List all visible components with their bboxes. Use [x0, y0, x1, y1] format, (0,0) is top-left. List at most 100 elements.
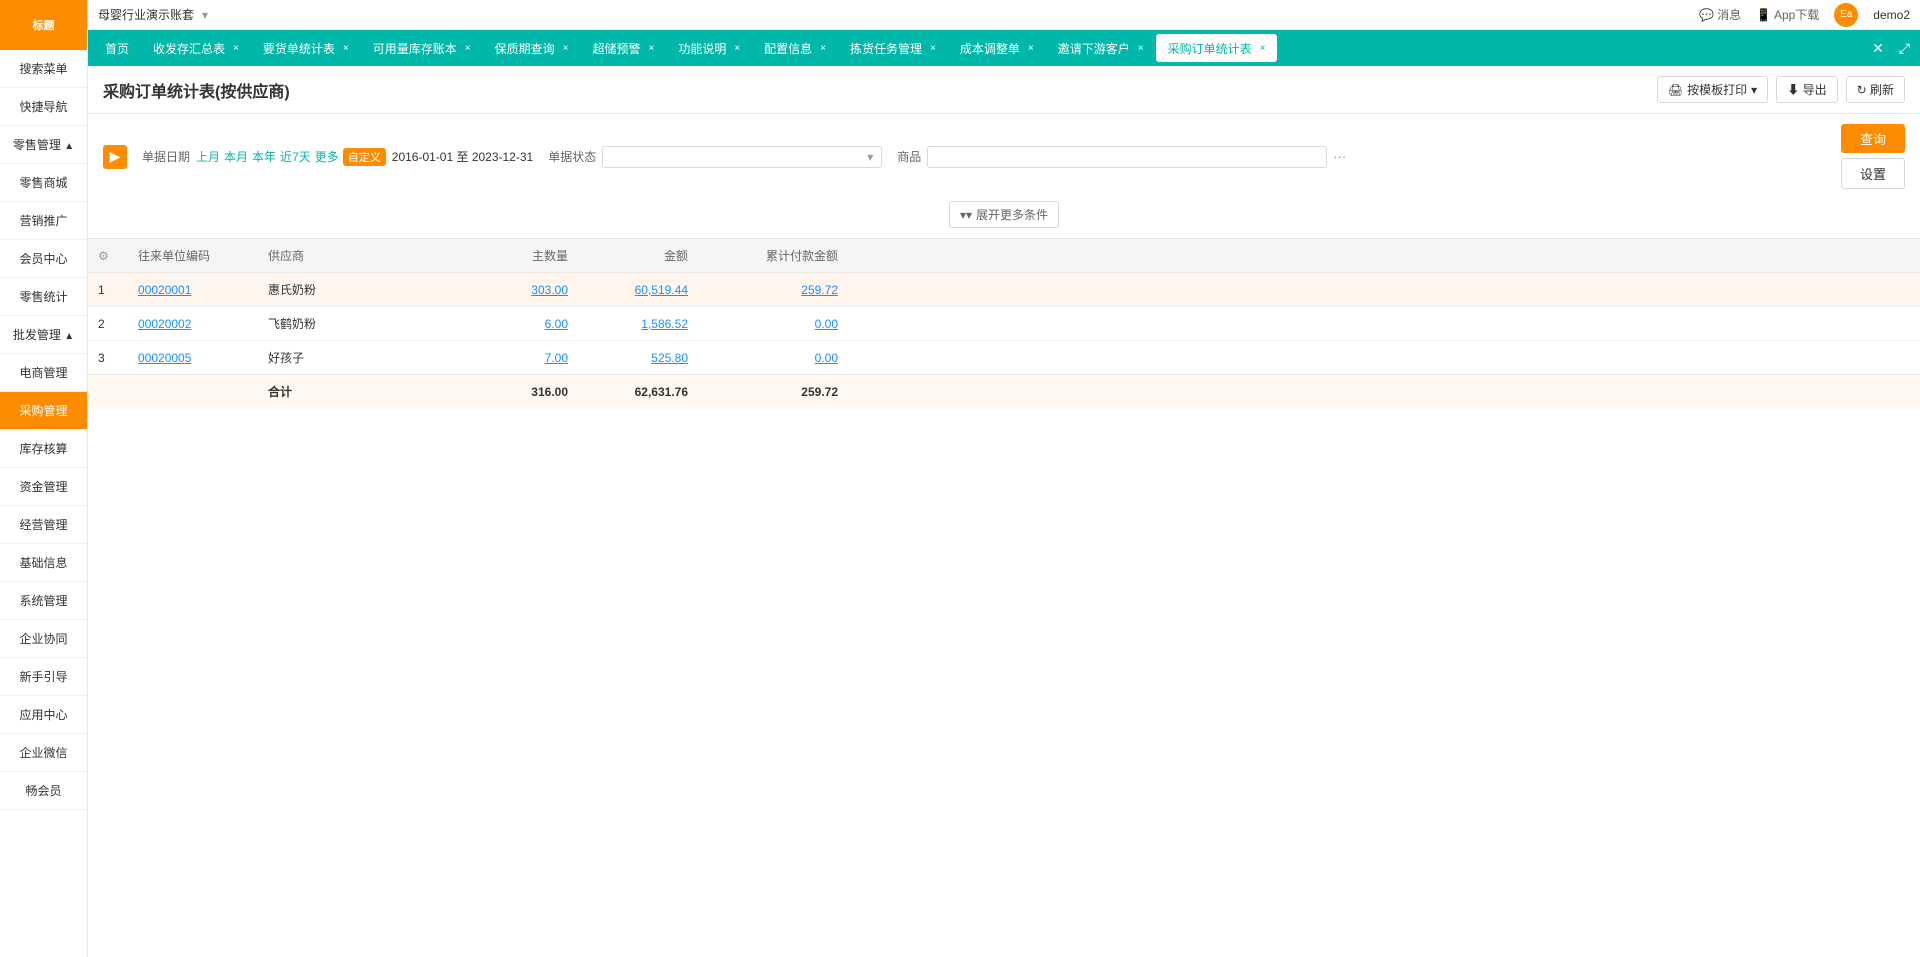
more-icon[interactable]: ··· [1333, 149, 1346, 164]
row-amount[interactable]: 525.80 [578, 341, 698, 375]
dropdown-label[interactable]: 母婴行业演示账套 [98, 6, 194, 23]
tab-close-icon[interactable]: × [648, 43, 654, 54]
filter-row: ▶ 单据日期 上月 本月 本年 近7天 更多 自定义 2016-01-01 至 … [103, 124, 1905, 189]
nav-tab-配置信息[interactable]: 配置信息 × [752, 34, 838, 62]
page-header: 采购订单统计表(按供应商) 🖨 按模板打印 ▾ ⬇ 导出 ↻ 刷新 [88, 66, 1920, 114]
sidebar-item-系统管理[interactable]: 系统管理 [0, 582, 88, 620]
nav-tabs: 首页 收发存汇总表 ×要货单统计表 ×可用量库存账本 ×保质期查询 ×超储预警 … [88, 30, 1920, 66]
col-code-header: 往来单位编码 [128, 239, 258, 273]
nav-close-btn[interactable]: ✕ [1867, 38, 1889, 59]
date-link-this-month[interactable]: 本月 [224, 148, 248, 166]
date-link-last-month[interactable]: 上月 [196, 148, 220, 166]
sidebar-item-采购管理[interactable]: 采购管理 [0, 392, 88, 430]
tab-close-icon[interactable]: × [343, 43, 349, 54]
row-qty[interactable]: 303.00 [458, 273, 578, 307]
dropdown-arrow-icon[interactable]: ▾ [202, 8, 208, 22]
filter-toggle-arrow[interactable]: ▶ [103, 145, 127, 169]
sidebar-item-经营管理[interactable]: 经营管理 [0, 506, 88, 544]
date-range-display[interactable]: 2016-01-01 至 2023-12-31 [392, 148, 533, 165]
message-icon[interactable]: 💬 消息 [1699, 6, 1741, 23]
data-table: ⚙ 往来单位编码 供应商 主数量 金额 累计付款金额 1 00020001 惠氏… [88, 239, 1920, 408]
date-link-7days[interactable]: 近7天 [280, 148, 311, 166]
sidebar-item-营销推广[interactable]: 营销推广 [0, 202, 88, 240]
footer-empty1 [88, 375, 128, 409]
nav-tab-拣货任务管理[interactable]: 拣货任务管理 × [838, 34, 948, 62]
nav-tab-可用量库存账本[interactable]: 可用量库存账本 × [361, 34, 483, 62]
user-avatar[interactable]: Ea [1834, 3, 1858, 27]
row-code[interactable]: 00020002 [128, 307, 258, 341]
nav-tab-保质期查询[interactable]: 保质期查询 × [483, 34, 581, 62]
sidebar-item-资金管理[interactable]: 资金管理 [0, 468, 88, 506]
sidebar-item-电商管理[interactable]: 电商管理 [0, 354, 88, 392]
nav-tab-成本调整单[interactable]: 成本调整单 × [948, 34, 1046, 62]
sidebar-item-搜索菜单[interactable]: 搜索菜单 [0, 50, 88, 88]
page-actions: 🖨 按模板打印 ▾ ⬇ 导出 ↻ 刷新 [1657, 76, 1905, 103]
app-logo: 标题 [0, 0, 88, 50]
nav-tab-功能说明[interactable]: 功能说明 × [666, 34, 752, 62]
sidebar-item-零售统计[interactable]: 零售统计 [0, 278, 88, 316]
settings-icon[interactable]: ⚙ [98, 249, 109, 263]
export-icon: ⬇ [1787, 83, 1799, 97]
nav-tab-采购订单统计表[interactable]: 采购订单统计表 × [1156, 34, 1278, 62]
table-footer-row: 合计 316.00 62,631.76 259.72 [88, 375, 1920, 409]
app-download-icon[interactable]: 📱 App下载 [1756, 6, 1819, 23]
sidebar-item-批发管理[interactable]: 批发管理 ▲ [0, 316, 88, 354]
table-row: 1 00020001 惠氏奶粉 303.00 60,519.44 259.72 [88, 273, 1920, 307]
sidebar-item-应用中心[interactable]: 应用中心 [0, 696, 88, 734]
nav-expand-btn[interactable]: ⤢ [1894, 38, 1915, 59]
refresh-icon: ↻ [1857, 83, 1867, 97]
row-code[interactable]: 00020005 [128, 341, 258, 375]
sidebar-item-畅会员[interactable]: 畅会员 [0, 772, 88, 810]
nav-tab-要货单统计表[interactable]: 要货单统计表 × [251, 34, 361, 62]
date-custom-badge[interactable]: 自定义 [343, 148, 386, 166]
tab-close-icon[interactable]: × [1028, 43, 1034, 54]
footer-paid: 259.72 [698, 375, 848, 409]
date-link-more[interactable]: 更多 [315, 148, 339, 166]
sidebar-item-零售商城[interactable]: 零售商城 [0, 164, 88, 202]
tab-close-icon[interactable]: × [734, 43, 740, 54]
sidebar-item-企业协同[interactable]: 企业协同 [0, 620, 88, 658]
row-paid[interactable]: 0.00 [698, 307, 848, 341]
row-qty[interactable]: 6.00 [458, 307, 578, 341]
sidebar-item-零售管理[interactable]: 零售管理 ▲ [0, 126, 88, 164]
print-template-button[interactable]: 🖨 按模板打印 ▾ [1657, 76, 1768, 103]
tab-close-icon[interactable]: × [1260, 43, 1266, 54]
row-amount[interactable]: 60,519.44 [578, 273, 698, 307]
expand-conditions-button[interactable]: ▾▾ 展开更多条件 [949, 201, 1059, 228]
nav-tab-超储预警[interactable]: 超储预警 × [580, 34, 666, 62]
nav-tab-邀请下游客户[interactable]: 邀请下游客户 × [1046, 34, 1156, 62]
tab-home[interactable]: 首页 [93, 40, 141, 57]
sidebar-item-会员中心[interactable]: 会员中心 [0, 240, 88, 278]
tab-close-icon[interactable]: × [233, 43, 239, 54]
row-paid[interactable]: 0.00 [698, 341, 848, 375]
sidebar-item-基础信息[interactable]: 基础信息 [0, 544, 88, 582]
tab-close-icon[interactable]: × [563, 43, 569, 54]
tab-close-icon[interactable]: × [820, 43, 826, 54]
username[interactable]: demo2 [1873, 8, 1910, 22]
filter-date-group: 单据日期 上月 本月 本年 近7天 更多 自定义 2016-01-01 至 20… [142, 148, 533, 166]
sidebar-item-库存核算[interactable]: 库存核算 [0, 430, 88, 468]
settings-button[interactable]: 设置 [1841, 158, 1905, 189]
top-bar-right: 💬 消息 📱 App下载 Ea demo2 [1699, 3, 1910, 27]
logo-text: 标题 [33, 17, 55, 33]
nav-tab-收发存汇总表[interactable]: 收发存汇总表 × [141, 34, 251, 62]
refresh-button[interactable]: ↻ 刷新 [1846, 76, 1905, 103]
row-code[interactable]: 00020001 [128, 273, 258, 307]
sidebar-item-企业微信[interactable]: 企业微信 [0, 734, 88, 772]
tab-close-icon[interactable]: × [1138, 43, 1144, 54]
goods-input[interactable] [927, 146, 1327, 168]
tab-close-icon[interactable]: × [465, 43, 471, 54]
row-paid[interactable]: 259.72 [698, 273, 848, 307]
export-button[interactable]: ⬇ 导出 [1776, 76, 1837, 103]
query-button[interactable]: 查询 [1841, 124, 1905, 153]
sidebar-item-快捷导航[interactable]: 快捷导航 [0, 88, 88, 126]
row-amount[interactable]: 1,586.52 [578, 307, 698, 341]
status-select[interactable]: ▾ [602, 146, 882, 168]
row-qty[interactable]: 7.00 [458, 341, 578, 375]
page-title: 采购订单统计表(按供应商) [103, 78, 290, 102]
tab-close-icon[interactable]: × [930, 43, 936, 54]
row-index: 1 [88, 273, 128, 307]
sidebar-item-新手引导[interactable]: 新手引导 [0, 658, 88, 696]
date-link-this-year[interactable]: 本年 [252, 148, 276, 166]
date-label: 单据日期 [142, 148, 190, 165]
